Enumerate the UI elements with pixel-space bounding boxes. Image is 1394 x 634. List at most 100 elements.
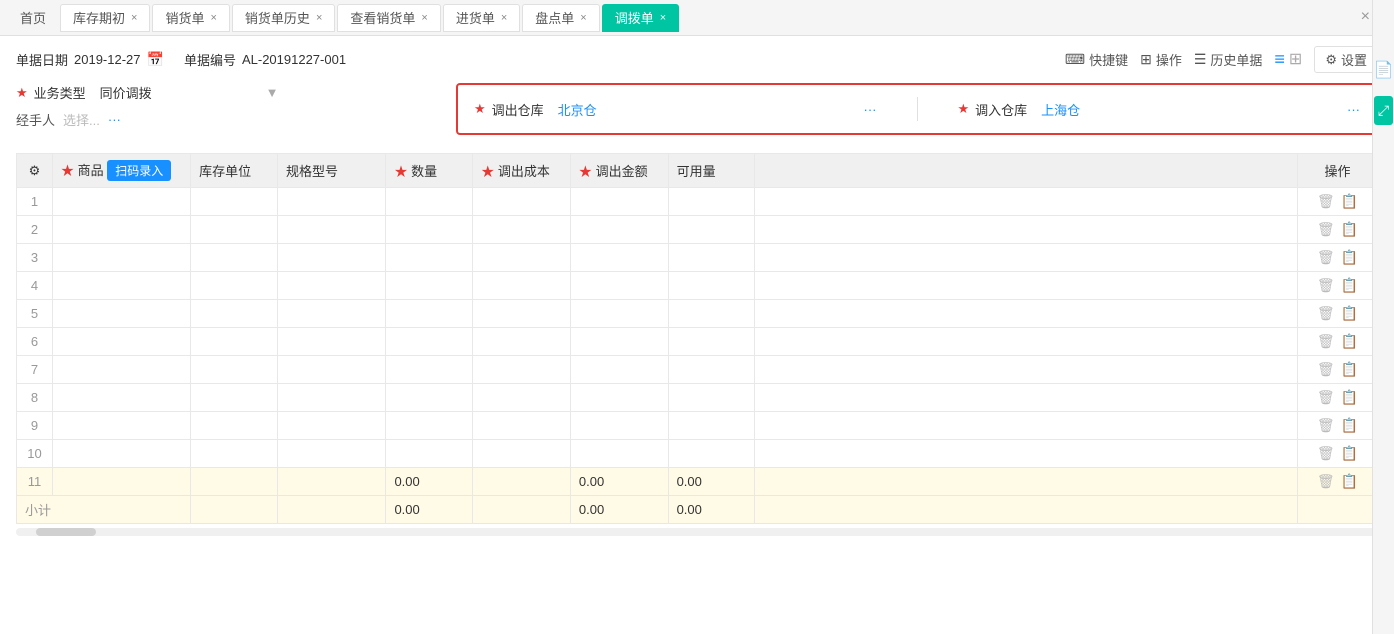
th-spacer [755, 154, 1298, 188]
th-available: 可用量 [668, 154, 755, 188]
form-section: ★ 业务类型 同价调拨 ▼ 经手人 选择... ··· ★ [16, 83, 1378, 145]
row-9-delete-icon[interactable]: 🗑 [1317, 417, 1335, 434]
close-tab-4[interactable]: × [421, 12, 427, 24]
in-warehouse-field: ★ 调入仓库 上海仓 ··· [958, 100, 1361, 119]
tab-bar: 首页 库存期初 × 销货单 × 销货单历史 × 查看销货单 × 进货单 × 盘点… [0, 0, 1394, 36]
gear-icon: ⚙ [29, 163, 41, 178]
th-cost: ★ 调出成本 [473, 154, 571, 188]
table-row: 7 🗑 📋 [17, 356, 1378, 384]
tab-purchase-order[interactable]: 进货单 × [443, 4, 520, 32]
tab-inventory-check[interactable]: 盘点单 × [522, 4, 599, 32]
th-spec: 规格型号 [277, 154, 386, 188]
close-window-btn[interactable]: × [1361, 8, 1370, 26]
main-area: 单据日期 2019-12-27 📅 单据编号 AL-20191227-001 ⌨… [0, 36, 1394, 546]
table-row: 8 🗑 📋 [17, 384, 1378, 412]
row-4-copy-icon[interactable]: 📋 [1341, 277, 1358, 294]
close-tab-3[interactable]: × [316, 12, 322, 24]
th-goods: ★ 商品 扫码录入 [53, 154, 191, 188]
sidebar-note-icon[interactable]: 📄 [1374, 60, 1394, 80]
table-row: 3 🗑 📋 [17, 244, 1378, 272]
row-2-delete-icon[interactable]: 🗑 [1317, 221, 1335, 238]
scroll-thumb[interactable] [36, 528, 96, 536]
row-8-delete-icon[interactable]: 🗑 [1317, 389, 1335, 406]
close-tab-1[interactable]: × [131, 12, 137, 24]
table-row: 1 🗑 📋 [17, 188, 1378, 216]
biz-dropdown-icon[interactable]: ▼ [266, 85, 279, 100]
grid-icon: ⊞ [1140, 51, 1152, 68]
row-8-copy-icon[interactable]: 📋 [1341, 389, 1358, 406]
handler-more-btn[interactable]: ··· [108, 112, 121, 127]
row-2-copy-icon[interactable]: 📋 [1341, 221, 1358, 238]
tab-sales-history[interactable]: 销货单历史 × [232, 4, 335, 32]
th-op: 操作 [1298, 154, 1378, 188]
tab-inventory-init[interactable]: 库存期初 × [60, 4, 150, 32]
view-toggle: ≡ ⊞ [1274, 49, 1302, 70]
settings-gear-icon: ⚙ [1325, 52, 1337, 68]
list-view-icon[interactable]: ≡ [1274, 49, 1285, 70]
table-row: 6 🗑 📋 [17, 328, 1378, 356]
row-4-delete-icon[interactable]: 🗑 [1317, 277, 1335, 294]
row-11-copy-icon[interactable]: 📋 [1341, 473, 1358, 490]
calendar-icon[interactable]: 📅 [147, 51, 164, 68]
row-10-copy-icon[interactable]: 📋 [1341, 445, 1358, 462]
tab-home[interactable]: 首页 [8, 4, 58, 32]
th-amount: ★ 调出金额 [570, 154, 668, 188]
warehouse-section: ★ 调出仓库 北京仓 ··· ★ 调入仓库 上海仓 ··· [456, 83, 1378, 135]
table-scroll-area: ⚙ ★ 商品 扫码录入 库存单位 规格型号 [16, 153, 1378, 524]
number-field: 单据编号 AL-20191227-001 [184, 50, 346, 69]
settings-button[interactable]: ⚙ 设置 [1314, 46, 1378, 73]
horizontal-scrollbar[interactable] [16, 528, 1378, 536]
in-warehouse-more-btn[interactable]: ··· [1347, 102, 1360, 117]
shortcut-btn[interactable]: ⌨ 快捷键 [1065, 50, 1128, 69]
row-7-delete-icon[interactable]: 🗑 [1317, 361, 1335, 378]
grid-view-icon[interactable]: ⊞ [1289, 49, 1302, 70]
out-warehouse-more-btn[interactable]: ··· [864, 102, 877, 117]
warehouse-divider [917, 97, 918, 121]
row-3-copy-icon[interactable]: 📋 [1341, 249, 1358, 266]
subtotal-label-row: 小计 0.00 0.00 0.00 [17, 496, 1378, 524]
row-5-copy-icon[interactable]: 📋 [1341, 305, 1358, 322]
row-3-delete-icon[interactable]: 🗑 [1317, 249, 1335, 266]
close-tab-2[interactable]: × [210, 12, 216, 24]
close-tab-5[interactable]: × [501, 12, 507, 24]
table-row: 5 🗑 📋 [17, 300, 1378, 328]
right-sidebar: 📄 ⤢ [1372, 0, 1394, 634]
biz-type-row: ★ 业务类型 同价调拨 ▼ [16, 83, 436, 102]
row-7-copy-icon[interactable]: 📋 [1341, 361, 1358, 378]
table-body: 1 🗑 📋 2 [17, 188, 1378, 468]
table-header-row: ⚙ ★ 商品 扫码录入 库存单位 规格型号 [17, 154, 1378, 188]
keyboard-icon: ⌨ [1065, 51, 1085, 68]
transfer-table: ⚙ ★ 商品 扫码录入 库存单位 规格型号 [16, 153, 1378, 524]
table-row: 9 🗑 📋 [17, 412, 1378, 440]
tab-sales-order[interactable]: 销货单 × [152, 4, 229, 32]
page-wrapper: 首页 库存期初 × 销货单 × 销货单历史 × 查看销货单 × 进货单 × 盘点… [0, 0, 1394, 634]
th-qty: ★ 数量 [386, 154, 473, 188]
row-10-delete-icon[interactable]: 🗑 [1317, 445, 1335, 462]
row-11-delete-icon[interactable]: 🗑 [1317, 473, 1335, 490]
out-warehouse-field: ★ 调出仓库 北京仓 ··· [474, 100, 877, 119]
close-tab-6[interactable]: × [580, 12, 586, 24]
th-gear[interactable]: ⚙ [17, 154, 53, 188]
tab-view-sales[interactable]: 查看销货单 × [337, 4, 440, 32]
close-tab-7[interactable]: × [660, 12, 666, 24]
row-9-copy-icon[interactable]: 📋 [1341, 417, 1358, 434]
sidebar-expand-icon[interactable]: ⤢ [1374, 96, 1393, 125]
row-5-delete-icon[interactable]: 🗑 [1317, 305, 1335, 322]
history-icon: ☰ [1194, 51, 1207, 68]
history-btn[interactable]: ☰ 历史单据 [1194, 50, 1263, 69]
handler-row: 经手人 选择... ··· [16, 110, 436, 129]
row-1-delete-icon[interactable]: 🗑 [1317, 193, 1335, 210]
table-row: 4 🗑 📋 [17, 272, 1378, 300]
table-row: 2 🗑 📋 [17, 216, 1378, 244]
tab-transfer-order[interactable]: 调拨单 × [602, 4, 679, 32]
left-col: ★ 业务类型 同价调拨 ▼ 经手人 选择... ··· [16, 83, 436, 139]
row-6-copy-icon[interactable]: 📋 [1341, 333, 1358, 350]
right-red-col: ★ 调出仓库 北京仓 ··· ★ 调入仓库 上海仓 ··· [456, 83, 1378, 145]
row-6-delete-icon[interactable]: 🗑 [1317, 333, 1335, 350]
toolbar-right: ⌨ 快捷键 ⊞ 操作 ☰ 历史单据 ≡ ⊞ ⚙ 设置 [1065, 46, 1378, 73]
scan-button[interactable]: 扫码录入 [107, 160, 171, 181]
row-1-copy-icon[interactable]: 📋 [1341, 193, 1358, 210]
operation-btn[interactable]: ⊞ 操作 [1140, 50, 1182, 69]
th-unit: 库存单位 [191, 154, 278, 188]
table-row: 10 🗑 📋 [17, 440, 1378, 468]
